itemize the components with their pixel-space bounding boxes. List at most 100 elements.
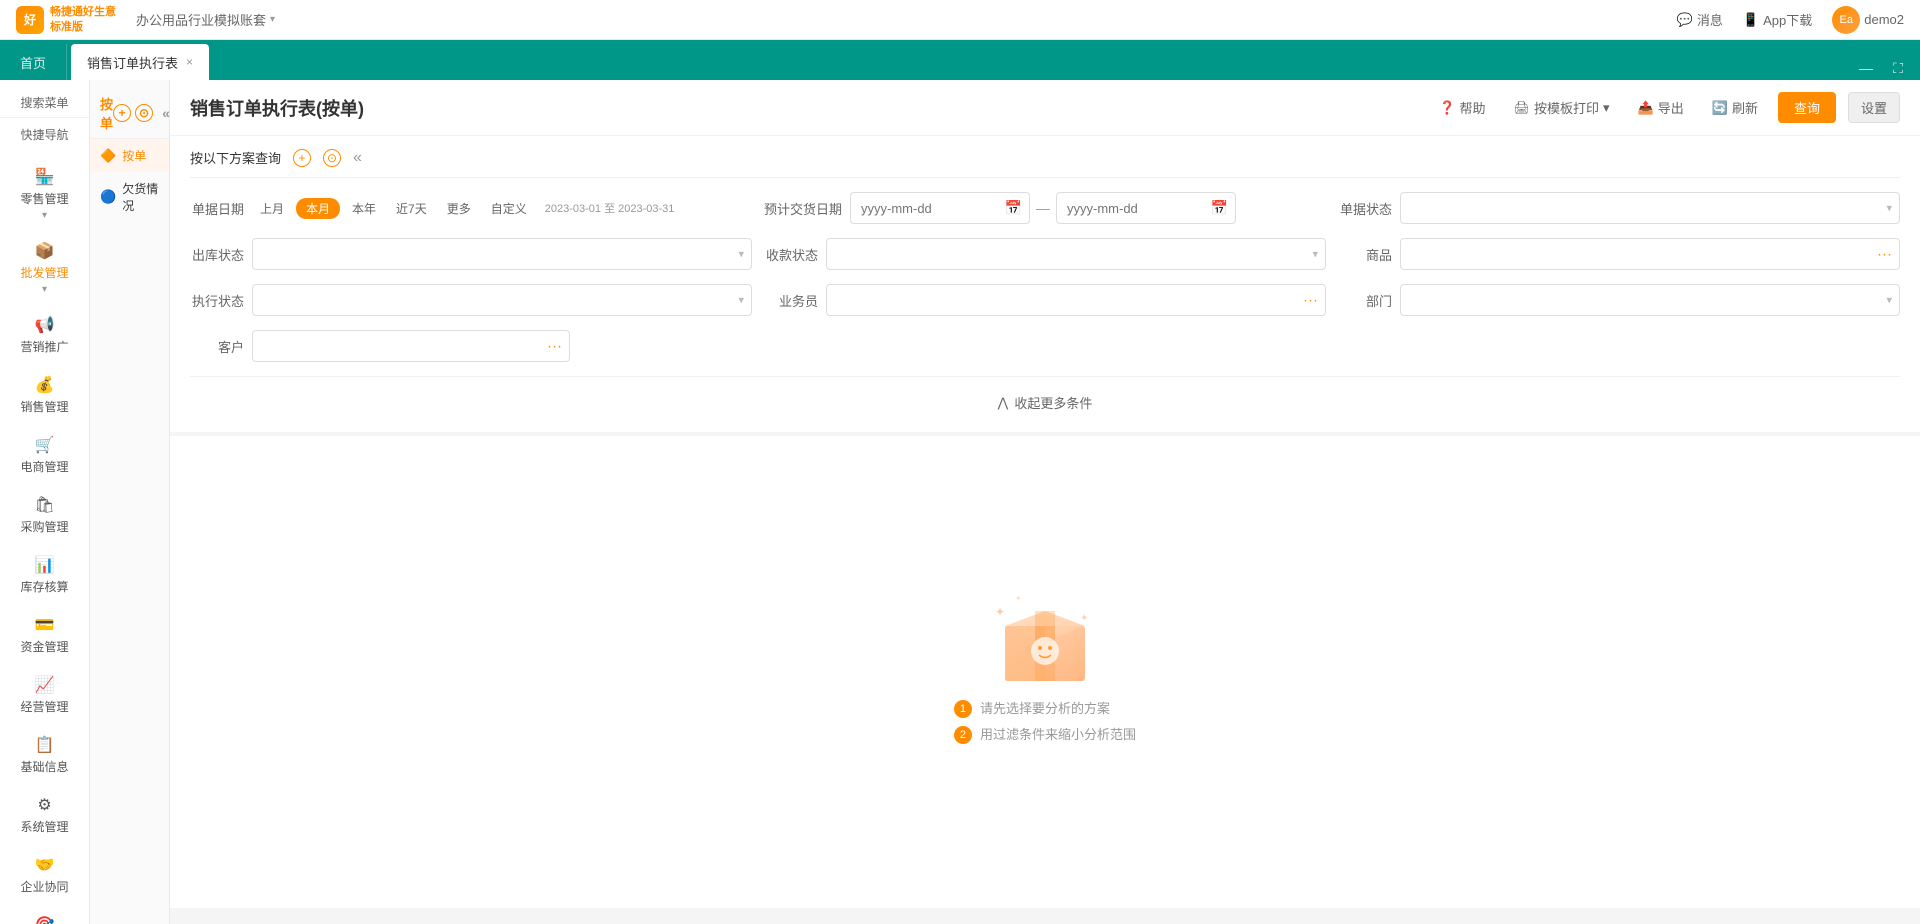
help-button[interactable]: ❓ 帮助 (1431, 94, 1493, 121)
wholesale-expand-icon: ▾ (42, 284, 47, 295)
sidebar-item-newuser[interactable]: 🎯 新手引导 (6, 907, 83, 924)
sidebar-item-enterprise[interactable]: 🤝 企业协同 (6, 847, 83, 903)
more-btn[interactable]: 更多 (439, 198, 479, 219)
receipt-status-control: ▾ (826, 238, 1326, 270)
sidebar-item-finance[interactable]: 💳 资金管理 (6, 607, 83, 663)
dept-label: 部门 (1338, 291, 1392, 310)
tab-maximize-button[interactable]: ⛶ (1886, 56, 1910, 80)
expected-date-label: 预计交货日期 (764, 199, 842, 218)
marketing-icon: 📢 (35, 315, 55, 335)
page-title: 销售订单执行表(按单) (190, 95, 364, 121)
sub-sidebar-circle-button[interactable]: ⊙ (135, 104, 153, 122)
sidebar-item-sales[interactable]: 💰 销售管理 (6, 367, 83, 423)
svg-text:✦: ✦ (1015, 594, 1022, 603)
sub-sidebar-actions: + ⊙ « (113, 104, 175, 122)
filter-row-3: 执行状态 ▾ 业务员 ··· 部门 (190, 284, 1900, 316)
collapse-button[interactable]: ⋀ 收起更多条件 (190, 385, 1900, 416)
sidebar-item-purchase[interactable]: 🛍 采购管理 (6, 487, 83, 543)
custom-btn[interactable]: 自定义 (483, 198, 535, 219)
doc-status-input[interactable] (1400, 192, 1900, 224)
exec-status-input[interactable] (252, 284, 752, 316)
content-area: 销售订单执行表(按单) ❓ 帮助 🖨 按模板打印 ▾ 📤 导出 🔄 刷新 (170, 80, 1920, 924)
product-input[interactable] (1400, 238, 1900, 270)
print-button[interactable]: 🖨 按模板打印 ▾ (1506, 94, 1618, 121)
settings-button[interactable]: 设置 (1848, 92, 1900, 123)
expected-date-from-input[interactable] (850, 192, 1030, 224)
sidebar-search-menu[interactable]: 搜索菜单 (0, 88, 89, 118)
sidebar-item-inventory[interactable]: 📊 库存核算 (6, 547, 83, 603)
app-download-button[interactable]: 📱 App下载 (1743, 10, 1812, 29)
cur-year-btn[interactable]: 本年 (344, 198, 384, 219)
customer-more-icon[interactable]: ··· (547, 338, 562, 355)
filter-add-button[interactable]: + (293, 149, 311, 167)
doc-status-field: 单据状态 ▾ (1338, 192, 1900, 224)
sidebar-item-wholesale[interactable]: 📦 批发管理 ▾ (6, 233, 83, 303)
query-button[interactable]: 查询 (1778, 92, 1836, 123)
last7-btn[interactable]: 近7天 (388, 198, 435, 219)
customer-label: 客户 (190, 337, 244, 356)
sidebar-item-basic[interactable]: 📋 基础信息 (6, 727, 83, 783)
out-status-control: ▾ (252, 238, 752, 270)
expected-date-to-wrap: 📅 (1056, 192, 1236, 224)
empty-hints: 1 请先选择要分析的方案 2 用过滤条件来缩小分析范围 (954, 696, 1136, 748)
operation-icon: 📈 (35, 675, 55, 695)
user-menu[interactable]: Ea demo2 (1832, 6, 1904, 34)
salesperson-input[interactable] (826, 284, 1326, 316)
sidebar-item-retail[interactable]: 🏪 零售管理 ▾ (6, 159, 83, 229)
sub-sidebar-item-按单[interactable]: 🔶 按单 (90, 139, 169, 172)
top-header: 好 畅捷通好生意 标准版 办公用品行业模拟账套 ▾ 💬 消息 📱 App下载 E… (0, 0, 1920, 40)
filter-collapse-icon[interactable]: « (353, 149, 362, 167)
collapse-up-icon: ⋀ (998, 395, 1009, 411)
tab-sales-order[interactable]: 销售订单执行表 × (71, 44, 209, 80)
doc-status-control: ▾ (1400, 192, 1900, 224)
expected-date-to-input[interactable] (1056, 192, 1236, 224)
sidebar-item-operation[interactable]: 📈 经营管理 (6, 667, 83, 723)
out-status-field: 出库状态 ▾ (190, 238, 752, 270)
filter-circle-button[interactable]: ⊙ (323, 149, 341, 167)
product-control: ··· (1400, 238, 1900, 270)
tab-home[interactable]: 首页 (0, 44, 67, 80)
product-more-icon[interactable]: ··· (1877, 246, 1892, 263)
tab-close-icon[interactable]: × (186, 56, 193, 68)
out-status-input[interactable] (252, 238, 752, 270)
tab-minimize-button[interactable]: — (1854, 56, 1878, 80)
sidebar-item-ecommerce[interactable]: 🛒 电商管理 (6, 427, 83, 483)
dept-input[interactable] (1400, 284, 1900, 316)
svg-text:✦: ✦ (1080, 613, 1088, 624)
empty-hint-1: 1 请先选择要分析的方案 (954, 696, 1136, 722)
filter-section-title: 按以下方案查询 (190, 148, 281, 167)
export-icon: 📤 (1638, 100, 1654, 116)
avatar: Ea (1832, 6, 1860, 34)
refresh-icon: 🔄 (1712, 100, 1728, 116)
salesperson-more-icon[interactable]: ··· (1303, 292, 1318, 309)
breadcrumb-arrow-icon[interactable]: ▾ (270, 14, 275, 25)
main-layout: 搜索菜单 快捷导航 🏪 零售管理 ▾ 📦 批发管理 ▾ 📢 营销推广 💰 销售管… (0, 80, 1920, 924)
basic-icon: 📋 (35, 735, 55, 755)
exec-status-label: 执行状态 (190, 291, 244, 310)
customer-input[interactable] (252, 330, 570, 362)
sidebar-quick-nav[interactable]: 快捷导航 (0, 122, 89, 147)
retail-icon: 🏪 (35, 167, 55, 187)
tab-bar-actions: — ⛶ (1854, 56, 1920, 80)
filter-panel: 按以下方案查询 + ⊙ « 单据日期 上月 本月 本年 近7天 更多 (170, 136, 1920, 432)
refresh-button[interactable]: 🔄 刷新 (1704, 94, 1766, 121)
empty-state-container: ✦ ✦ ✦ 1 请先选择要分析的方案 2 用过滤条件来缩小分析范围 (170, 436, 1920, 908)
sub-sidebar-item-欠货情况[interactable]: 🔵 欠货情况 (90, 172, 169, 222)
retail-expand-icon: ▾ (42, 210, 47, 221)
expected-date-control: 📅 — 📅 (850, 192, 1326, 224)
export-button[interactable]: 📤 导出 (1630, 94, 1692, 121)
prev-month-btn[interactable]: 上月 (252, 198, 292, 219)
sub-sidebar: 按单 + ⊙ « 🔶 按单 🔵 欠货情况 (90, 80, 170, 924)
sidebar: 搜索菜单 快捷导航 🏪 零售管理 ▾ 📦 批发管理 ▾ 📢 营销推广 💰 销售管… (0, 80, 90, 924)
sub-sidebar-add-button[interactable]: + (113, 104, 131, 122)
sidebar-item-system[interactable]: ⚙ 系统管理 (6, 787, 83, 843)
date-field: 单据日期 上月 本月 本年 近7天 更多 自定义 2023-03-01 至 20… (190, 198, 752, 219)
cur-month-btn[interactable]: 本月 (296, 198, 340, 219)
message-button[interactable]: 💬 消息 (1677, 10, 1723, 29)
filter-row-4: 客户 ··· (190, 330, 1900, 362)
hint-2-num: 2 (954, 726, 972, 744)
sidebar-item-marketing[interactable]: 📢 营销推广 (6, 307, 83, 363)
receipt-status-input[interactable] (826, 238, 1326, 270)
receipt-status-label: 收款状态 (764, 245, 818, 264)
empty-state-illustration: ✦ ✦ ✦ (985, 576, 1105, 696)
